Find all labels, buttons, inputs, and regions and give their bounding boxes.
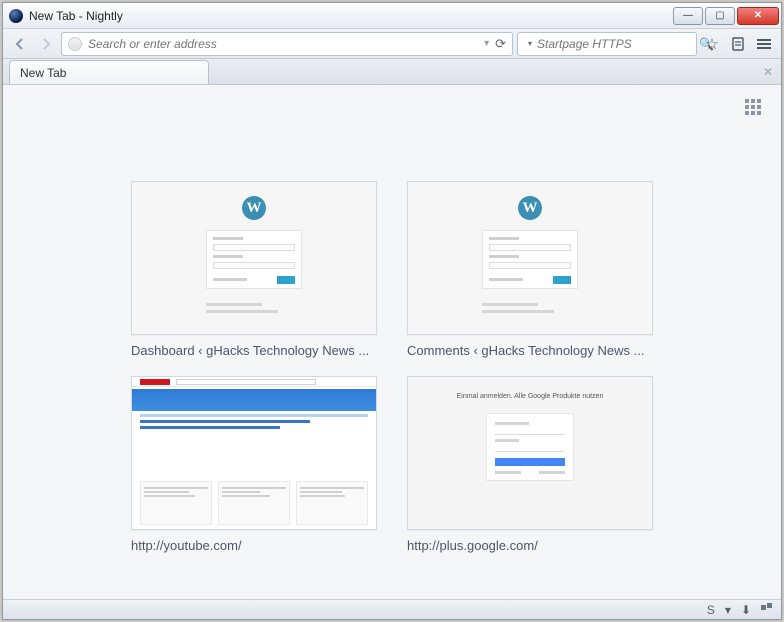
- minimize-button[interactable]: —: [673, 7, 703, 25]
- maximize-button[interactable]: ▢: [705, 7, 735, 25]
- status-s-icon[interactable]: S: [707, 603, 715, 617]
- app-icon: [9, 9, 23, 23]
- tile-label: http://plus.google.com/: [407, 538, 653, 553]
- search-input[interactable]: [537, 37, 694, 51]
- search-bar[interactable]: ▾ 🔍: [517, 32, 697, 56]
- tile-label: Dashboard ‹ gHacks Technology News ...: [131, 343, 377, 358]
- bookmark-star-button[interactable]: ☆: [701, 33, 723, 55]
- status-dropdown-icon[interactable]: ▾: [725, 603, 731, 617]
- tile-dashboard-ghacks[interactable]: W Dashboard ‹ gHacks Technology News ...: [131, 181, 377, 358]
- wordpress-logo-icon: W: [242, 196, 266, 220]
- titlebar: New Tab - Nightly — ▢ ✕: [3, 3, 781, 29]
- tile-label: http://youtube.com/: [131, 538, 377, 553]
- reload-button[interactable]: ⟳: [495, 36, 506, 52]
- tile-label: Comments ‹ gHacks Technology News ...: [407, 343, 653, 358]
- tile-thumbnail: W: [131, 181, 377, 335]
- status-addon-icon[interactable]: [761, 602, 773, 617]
- close-tabs-icon[interactable]: ✕: [763, 65, 773, 79]
- url-input[interactable]: [88, 37, 478, 51]
- tile-thumbnail: Einmal anmelden. Alle Google Produkte nu…: [407, 376, 653, 530]
- url-bar[interactable]: ▾ ⟳: [61, 32, 513, 56]
- clipboard-icon: [731, 37, 745, 51]
- status-bar: S ▾ ⬇: [3, 599, 781, 619]
- tile-thumbnail: W: [407, 181, 653, 335]
- newtab-grid-toggle[interactable]: [745, 99, 761, 115]
- top-sites-grid: W Dashboard ‹ gHacks Technology News ...…: [131, 181, 653, 553]
- menu-button[interactable]: [753, 33, 775, 55]
- urlbar-dropdown-icon[interactable]: ▾: [484, 38, 489, 49]
- downloads-icon[interactable]: ⬇: [741, 603, 751, 617]
- thumb-heading: Einmal anmelden. Alle Google Produkte nu…: [457, 393, 604, 400]
- content-area: W Dashboard ‹ gHacks Technology News ...…: [3, 85, 781, 599]
- browser-window: New Tab - Nightly — ▢ ✕ ▾ ⟳ ▾ 🔍 ☆: [2, 2, 782, 620]
- tile-google-plus[interactable]: Einmal anmelden. Alle Google Produkte nu…: [407, 376, 653, 553]
- tile-youtube[interactable]: http://youtube.com/: [131, 376, 377, 553]
- wordpress-logo-icon: W: [518, 196, 542, 220]
- tab-label: New Tab: [20, 66, 66, 80]
- reading-list-button[interactable]: [727, 33, 749, 55]
- hamburger-icon: [757, 39, 771, 49]
- window-title: New Tab - Nightly: [29, 9, 671, 23]
- globe-icon: [68, 37, 82, 51]
- tile-comments-ghacks[interactable]: W Comments ‹ gHacks Technology News ...: [407, 181, 653, 358]
- forward-arrow-icon: [39, 37, 53, 51]
- tile-thumbnail: [131, 376, 377, 530]
- navigation-toolbar: ▾ ⟳ ▾ 🔍 ☆: [3, 29, 781, 59]
- window-controls: — ▢ ✕: [671, 7, 779, 25]
- back-arrow-icon: [13, 37, 27, 51]
- back-button[interactable]: [9, 33, 31, 55]
- tab-bar: New Tab ✕: [3, 59, 781, 85]
- close-button[interactable]: ✕: [737, 7, 779, 25]
- tab-new-tab[interactable]: New Tab: [9, 60, 209, 84]
- forward-button[interactable]: [35, 33, 57, 55]
